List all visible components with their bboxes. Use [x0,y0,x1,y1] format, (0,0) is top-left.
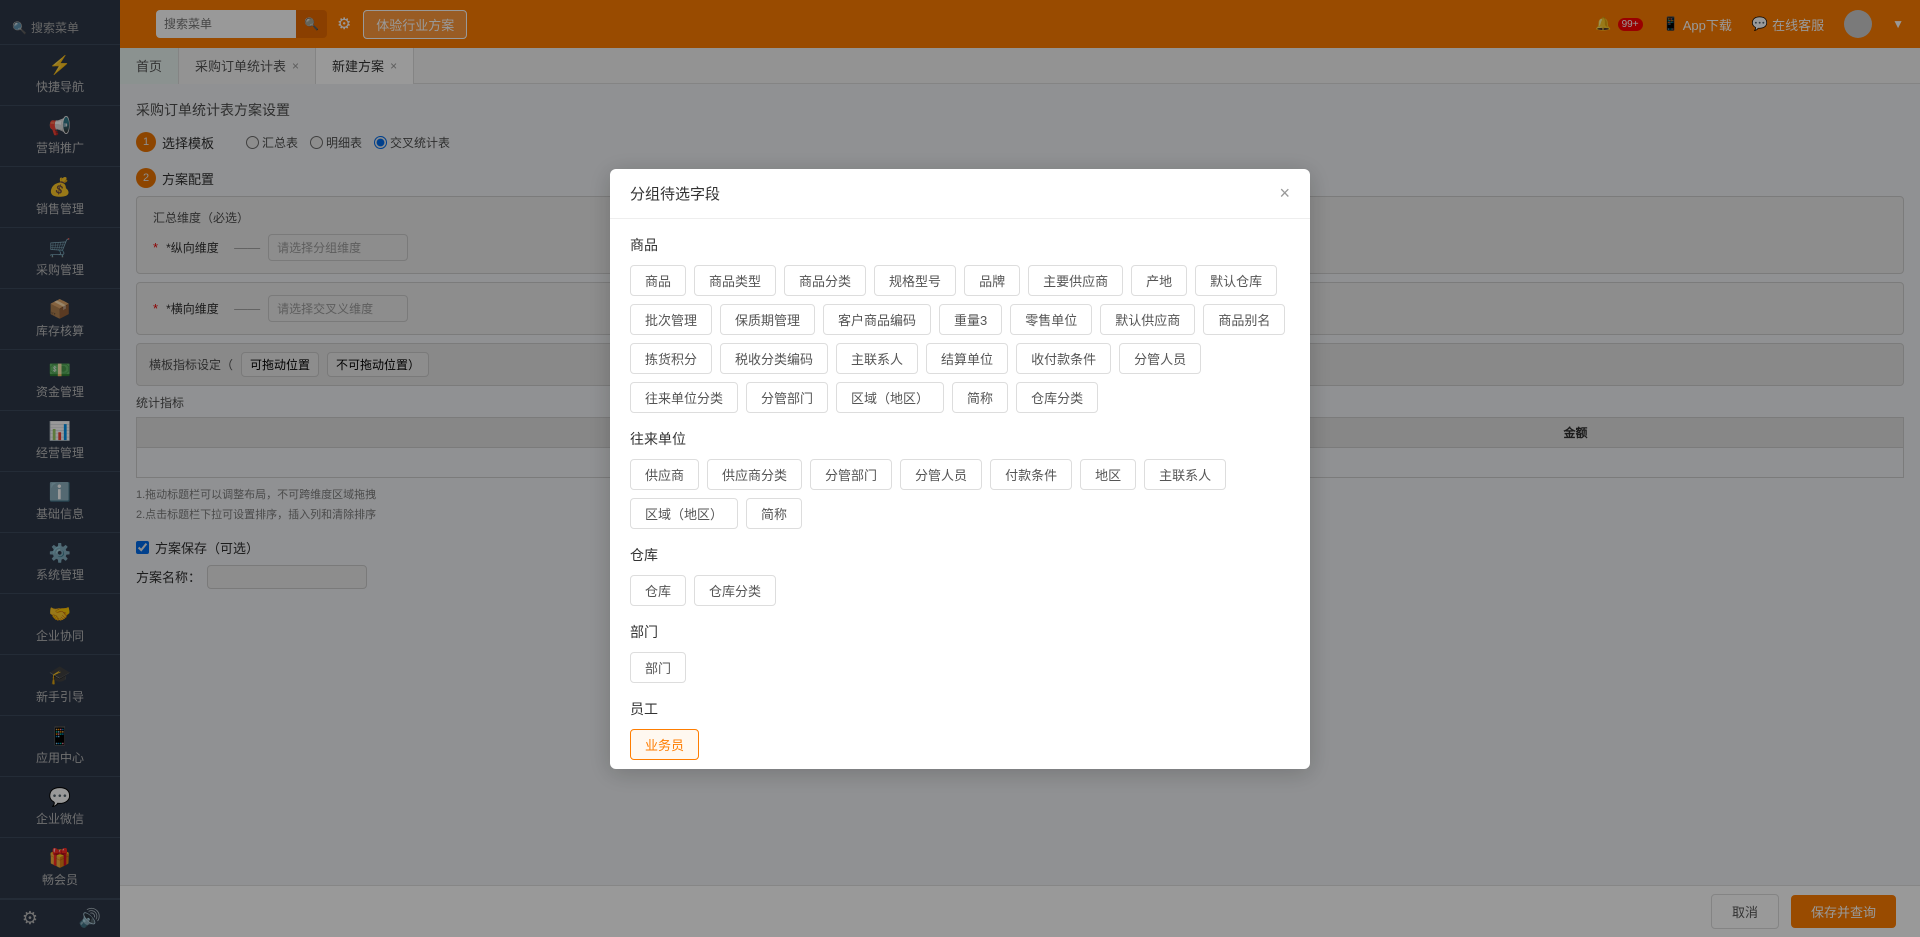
goods-group-title: 商品 [630,235,1290,255]
chip-origin[interactable]: 产地 [1131,265,1187,296]
chip-settlement-unit[interactable]: 结算单位 [926,343,1008,374]
warehouse-group-title: 仓库 [630,545,1290,565]
chip-salesperson[interactable]: 业务员 [630,729,699,760]
chip-payment-cond[interactable]: 付款条件 [990,459,1072,490]
chip-spec-model[interactable]: 规格型号 [874,265,956,296]
chip-department[interactable]: 部门 [630,652,686,683]
staff-chips: 业务员 [630,729,1290,760]
chip-area[interactable]: 地区 [1080,459,1136,490]
department-chips: 部门 [630,652,1290,683]
chip-manager-partner[interactable]: 分管人员 [900,459,982,490]
chip-dept[interactable]: 分管部门 [746,382,828,413]
field-group-staff: 员工 业务员 [630,699,1290,760]
modal-body: 商品 商品 商品类型 商品分类 规格型号 品牌 主要供应商 产地 默认仓库 批次… [610,219,1310,769]
chip-short-name-goods[interactable]: 简称 [952,382,1008,413]
chip-default-warehouse[interactable]: 默认仓库 [1195,265,1277,296]
chip-region-partner[interactable]: 区域（地区） [630,498,738,529]
modal-overlay: 分组待选字段 × 商品 商品 商品类型 商品分类 规格型号 品牌 主要供应商 产… [0,0,1920,937]
department-group-title: 部门 [630,622,1290,642]
chip-goods-alias[interactable]: 商品别名 [1203,304,1285,335]
chip-warehouse[interactable]: 仓库 [630,575,686,606]
chip-warehouse-cat[interactable]: 仓库分类 [694,575,776,606]
staff-group-title: 员工 [630,699,1290,719]
chip-payment-terms[interactable]: 收付款条件 [1016,343,1111,374]
chip-goods-type[interactable]: 商品类型 [694,265,776,296]
chip-brand[interactable]: 品牌 [964,265,1020,296]
warehouse-chips: 仓库 仓库分类 [630,575,1290,606]
chip-supplier-category[interactable]: 供应商分类 [707,459,802,490]
partners-group-title: 往来单位 [630,429,1290,449]
chip-default-supplier[interactable]: 默认供应商 [1100,304,1195,335]
chip-tax-code[interactable]: 税收分类编码 [720,343,828,374]
chip-pick-points[interactable]: 拣货积分 [630,343,712,374]
modal-header: 分组待选字段 × [610,169,1310,219]
chip-partner-category[interactable]: 往来单位分类 [630,382,738,413]
chip-warehouse-category[interactable]: 仓库分类 [1016,382,1098,413]
chip-region-goods[interactable]: 区域（地区） [836,382,944,413]
chip-dept-partner[interactable]: 分管部门 [810,459,892,490]
chip-batch-mgmt[interactable]: 批次管理 [630,304,712,335]
modal-close-btn[interactable]: × [1279,183,1290,204]
chip-goods-category[interactable]: 商品分类 [784,265,866,296]
field-group-warehouse: 仓库 仓库 仓库分类 [630,545,1290,606]
chip-supplier[interactable]: 供应商 [630,459,699,490]
modal-title: 分组待选字段 [630,183,720,204]
chip-goods[interactable]: 商品 [630,265,686,296]
partners-chips: 供应商 供应商分类 分管部门 分管人员 付款条件 地区 主联系人 区域（地区） … [630,459,1290,529]
chip-customer-code[interactable]: 客户商品编码 [823,304,931,335]
chip-retail-unit[interactable]: 零售单位 [1010,304,1092,335]
field-select-modal: 分组待选字段 × 商品 商品 商品类型 商品分类 规格型号 品牌 主要供应商 产… [610,169,1310,769]
goods-chips: 商品 商品类型 商品分类 规格型号 品牌 主要供应商 产地 默认仓库 批次管理 … [630,265,1290,413]
field-group-partners: 往来单位 供应商 供应商分类 分管部门 分管人员 付款条件 地区 主联系人 区域… [630,429,1290,529]
chip-main-contact-partner[interactable]: 主联系人 [1144,459,1226,490]
chip-short-name-partner[interactable]: 简称 [746,498,802,529]
chip-quality-mgmt[interactable]: 保质期管理 [720,304,815,335]
chip-main-contact[interactable]: 主联系人 [836,343,918,374]
field-group-department: 部门 部门 [630,622,1290,683]
chip-manager[interactable]: 分管人员 [1119,343,1201,374]
chip-weight3[interactable]: 重量3 [939,304,1002,335]
field-group-goods: 商品 商品 商品类型 商品分类 规格型号 品牌 主要供应商 产地 默认仓库 批次… [630,235,1290,413]
chip-main-supplier[interactable]: 主要供应商 [1028,265,1123,296]
